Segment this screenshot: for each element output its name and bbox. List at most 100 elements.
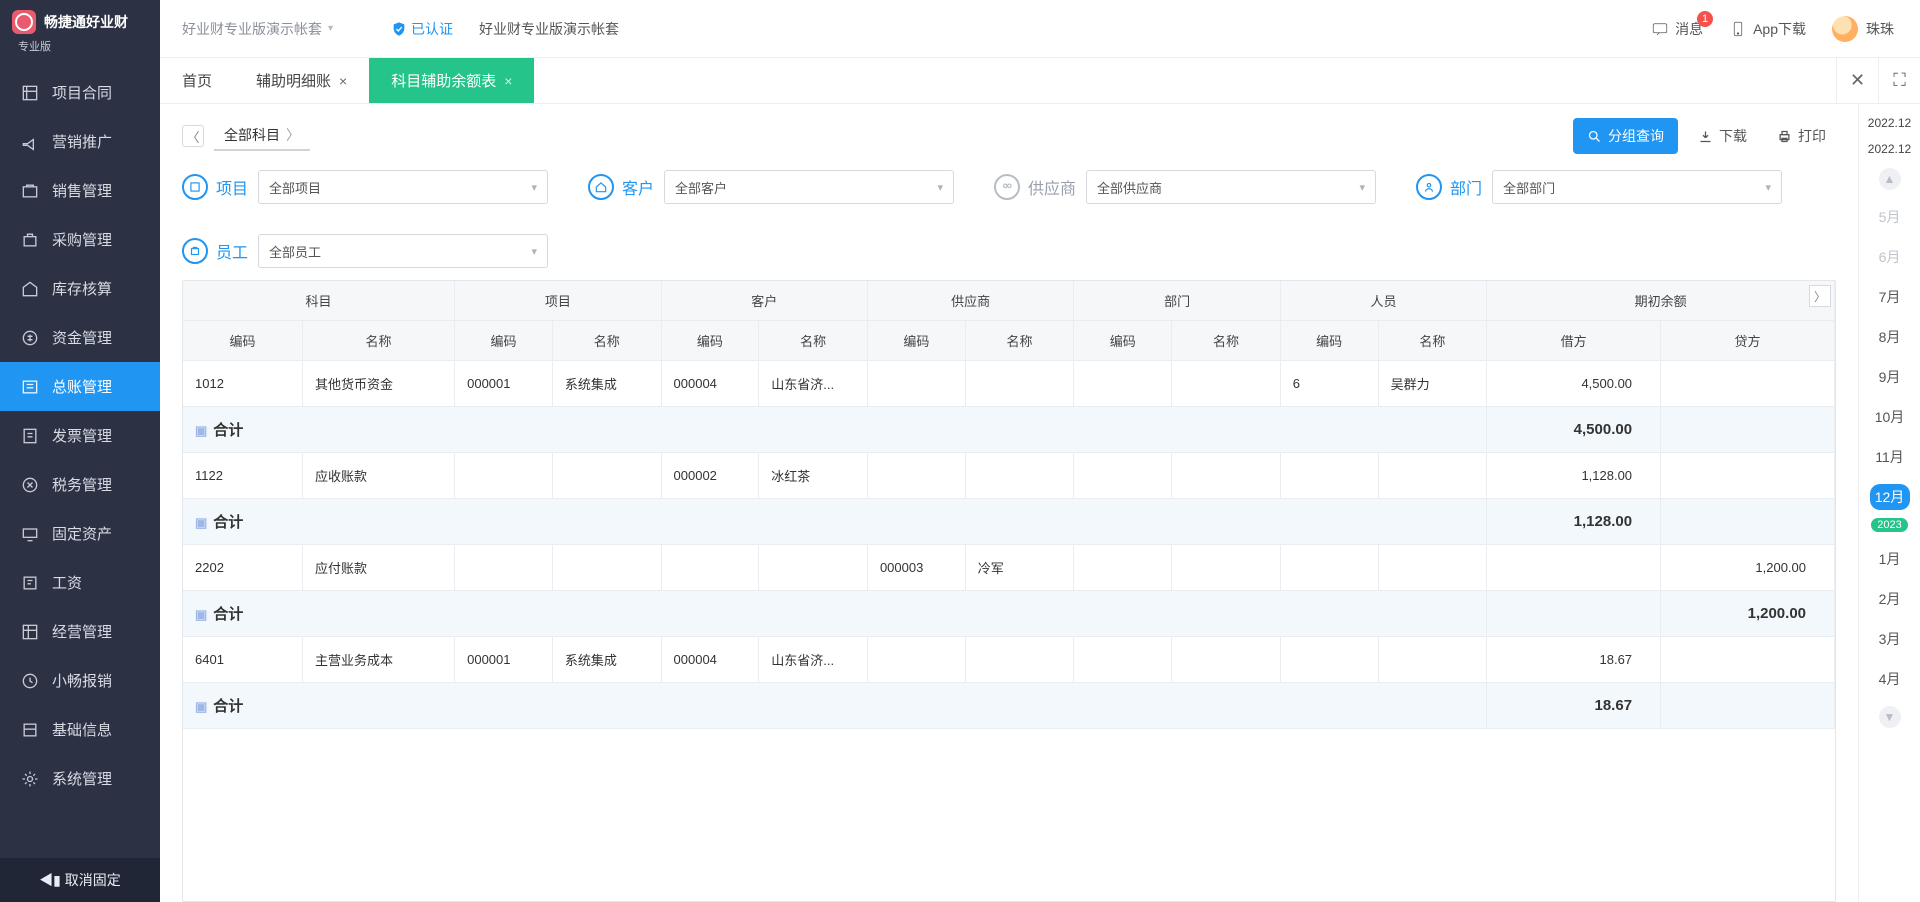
search-icon — [1587, 129, 1602, 144]
period-month[interactable]: 8月 — [1870, 324, 1910, 350]
sidebar-item-label: 库存核算 — [52, 278, 112, 299]
tab-aux[interactable]: 辅助明细账× — [234, 58, 369, 103]
sidebar-item-marketing[interactable]: 营销推广 — [0, 117, 160, 166]
filter-dept: 部门 全部部门▾ — [1416, 170, 1782, 204]
breadcrumb-back[interactable]: 〈 — [182, 125, 204, 147]
period-month[interactable]: 5月 — [1870, 204, 1910, 230]
col-opening: 期初余额 — [1487, 281, 1835, 321]
sidebar-item-sys[interactable]: 系统管理 — [0, 754, 160, 803]
chevron-down-icon: ▾ — [531, 181, 537, 194]
sidebar-item-ops[interactable]: 经营管理 — [0, 607, 160, 656]
period-month[interactable]: 12月 — [1870, 484, 1910, 510]
sidebar-item-sales[interactable]: 销售管理 — [0, 166, 160, 215]
sidebar-item-label: 资金管理 — [52, 327, 112, 348]
sidebar-item-funds[interactable]: 资金管理 — [0, 313, 160, 362]
period-month[interactable]: 11月 — [1870, 444, 1910, 470]
period-start[interactable]: 2022.12 — [1866, 110, 1913, 136]
period-month[interactable]: 7月 — [1870, 284, 1910, 310]
period-month[interactable]: 4月 — [1870, 666, 1910, 692]
sidebar-item-tax[interactable]: 税务管理 — [0, 460, 160, 509]
col-subject: 科目 — [183, 281, 455, 321]
subtotal-icon: ▣ — [195, 699, 207, 714]
period-month[interactable]: 1月 — [1870, 546, 1910, 572]
period-up[interactable]: ▲ — [1879, 168, 1901, 190]
tab-close-icon[interactable]: × — [339, 73, 347, 89]
table-row: 1122应收账款000002冰红茶1,128.00 — [183, 453, 1835, 499]
marketing-icon — [20, 132, 40, 152]
col-project: 项目 — [455, 281, 661, 321]
period-end[interactable]: 2022.12 — [1866, 136, 1913, 162]
sidebar-item-label: 工资 — [52, 572, 82, 593]
sidebar-item-label: 发票管理 — [52, 425, 112, 446]
sidebar-item-salary[interactable]: 工资 — [0, 558, 160, 607]
sidebar-item-label: 采购管理 — [52, 229, 112, 250]
sidebar-item-xbx[interactable]: 小畅报销 — [0, 656, 160, 705]
nav: 项目合同营销推广销售管理采购管理库存核算资金管理总账管理发票管理税务管理固定资产… — [0, 62, 160, 858]
brand-logo-icon — [12, 10, 36, 34]
supplier-select[interactable]: 全部供应商▾ — [1086, 170, 1376, 204]
app-download-button[interactable]: App下载 — [1725, 15, 1810, 43]
period-month[interactable]: 10月 — [1870, 404, 1910, 430]
sidebar-item-label: 小畅报销 — [52, 670, 112, 691]
project-select[interactable]: 全部项目▾ — [258, 170, 548, 204]
sidebar-item-purchase[interactable]: 采购管理 — [0, 215, 160, 264]
person-icon — [182, 238, 208, 264]
assets-icon — [20, 524, 40, 544]
period-month[interactable]: 9月 — [1870, 364, 1910, 390]
filters: 项目 全部项目▾ 客户 全部客户▾ 供应商 全部供应商▾ 部门 全部部门▾ — [182, 170, 1836, 268]
inventory-icon — [20, 279, 40, 299]
tab-close-icon[interactable]: × — [504, 73, 512, 89]
period-month[interactable]: 3月 — [1870, 626, 1910, 652]
messages-badge: 1 — [1697, 11, 1713, 27]
tab-close-button[interactable]: ✕ — [1836, 58, 1878, 103]
sidebar-item-label: 固定资产 — [52, 523, 112, 544]
chevron-down-icon: ▾ — [531, 245, 537, 258]
col-dept: 部门 — [1074, 281, 1280, 321]
table-scroll-right[interactable]: 〉 — [1809, 285, 1831, 307]
sidebar-item-gl[interactable]: 总账管理 — [0, 362, 160, 411]
sidebar-item-label: 营销推广 — [52, 131, 112, 152]
account-selector[interactable]: 好业财专业版演示帐套 ▾ — [182, 19, 333, 39]
verified-badge: 已认证 — [391, 19, 453, 39]
tab-bal[interactable]: 科目辅助余额表× — [369, 58, 534, 103]
unpin-button[interactable]: ◀▮ 取消固定 — [0, 858, 160, 902]
col-supplier: 供应商 — [867, 281, 1073, 321]
sidebar-item-base[interactable]: 基础信息 — [0, 705, 160, 754]
period-month[interactable]: 2月 — [1870, 586, 1910, 612]
sidebar-item-projects[interactable]: 项目合同 — [0, 68, 160, 117]
user-menu[interactable]: 珠珠 — [1828, 12, 1898, 46]
subtotal-icon: ▣ — [195, 515, 207, 530]
print-button[interactable]: 打印 — [1767, 118, 1836, 154]
subtotal-row: ▣合计1,200.00 — [183, 591, 1835, 637]
sidebar-item-invoice[interactable]: 发票管理 — [0, 411, 160, 460]
sidebar-item-assets[interactable]: 固定资产 — [0, 509, 160, 558]
period-panel: 2022.12 2022.12 ▲ 5月6月7月8月9月10月11月12月202… — [1858, 104, 1920, 902]
group-query-button[interactable]: 分组查询 — [1573, 118, 1678, 154]
table-row: 1012其他货币资金000001系统集成000004山东省济...6吴群力4,5… — [183, 361, 1835, 407]
tab-home[interactable]: 首页 — [160, 58, 234, 103]
sidebar-item-inventory[interactable]: 库存核算 — [0, 264, 160, 313]
avatar-icon — [1832, 16, 1858, 42]
print-icon — [1777, 129, 1792, 144]
account-name: 好业财专业版演示帐套 — [479, 19, 619, 39]
period-down[interactable]: ▼ — [1879, 706, 1901, 728]
customer-select[interactable]: 全部客户▾ — [664, 170, 954, 204]
chevron-down-icon: ▾ — [1360, 181, 1366, 194]
dept-select[interactable]: 全部部门▾ — [1492, 170, 1782, 204]
brand-edition: 专业版 — [0, 38, 160, 62]
download-button[interactable]: 下载 — [1688, 118, 1757, 154]
sidebar-item-label: 基础信息 — [52, 719, 112, 740]
fullscreen-button[interactable]: ⛶ — [1878, 58, 1920, 103]
breadcrumb[interactable]: 全部科目 〉 — [214, 121, 310, 151]
person-select[interactable]: 全部员工▾ — [258, 234, 548, 268]
filter-person: 员工 全部员工▾ — [182, 234, 548, 268]
sidebar-item-label: 税务管理 — [52, 474, 112, 495]
filter-project: 项目 全部项目▾ — [182, 170, 548, 204]
period-month[interactable]: 6月 — [1870, 244, 1910, 270]
messages-button[interactable]: 消息 1 — [1647, 15, 1707, 43]
xbx-icon — [20, 671, 40, 691]
gl-icon — [20, 377, 40, 397]
table-row: 6401主营业务成本000001系统集成000004山东省济...18.67 — [183, 637, 1835, 683]
subtotal-row: ▣合计1,128.00 — [183, 499, 1835, 545]
balance-table: 科目 项目 客户 供应商 部门 人员 期初余额 编码名称 编码名称 — [183, 281, 1835, 729]
